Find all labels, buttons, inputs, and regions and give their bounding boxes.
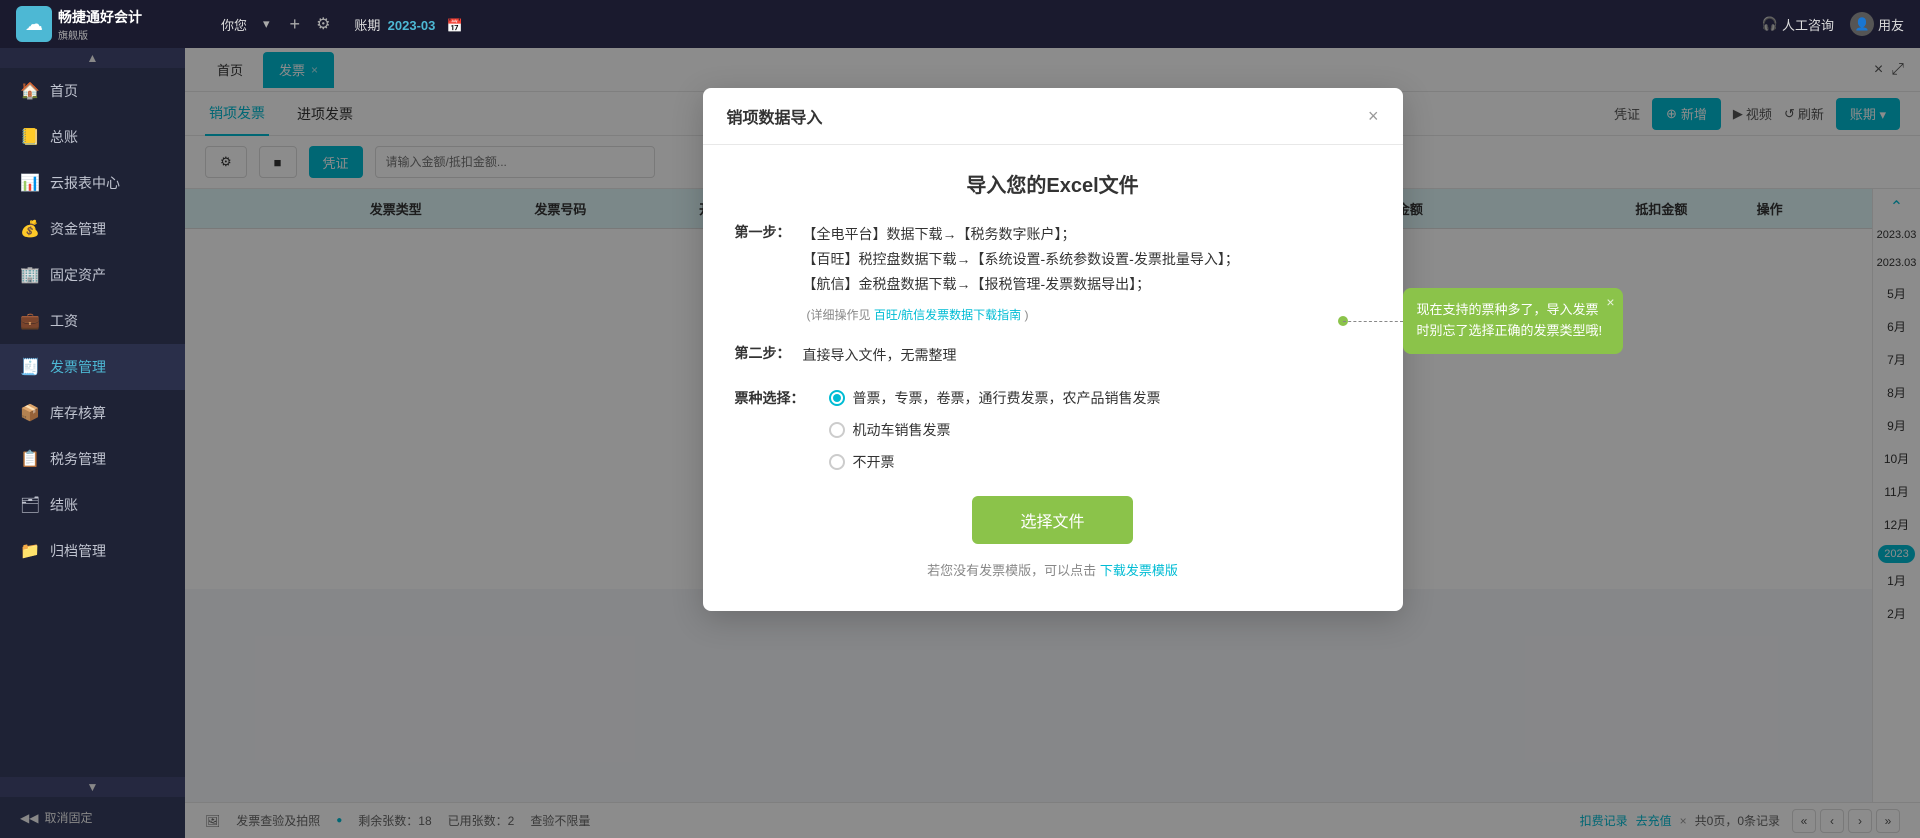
step1-guide-link[interactable]: 百旺/航信发票数据下载指南 (874, 308, 1021, 322)
download-hint: 若您没有发票模版，可以点击 下载发票模版 (735, 560, 1371, 579)
invoice-icon: 🧾 (20, 357, 40, 377)
sidebar-item-label: 发票管理 (50, 357, 106, 377)
sidebar-item-fixed[interactable]: 🏢 固定资产 (0, 252, 185, 298)
user-menu[interactable]: 👤 用友 (1850, 12, 1904, 36)
app-edition: 旗舰版 (58, 27, 142, 42)
sidebar-item-salary[interactable]: 💼 工资 (0, 298, 185, 344)
sidebar-item-label: 资金管理 (50, 219, 106, 239)
step2-row: 第二步： 直接导入文件，无需整理 (735, 343, 1371, 368)
headset-icon: 🎧 (1762, 16, 1778, 32)
sidebar-item-label: 云报表中心 (50, 173, 120, 193)
modal-header: 销项数据导入 × (703, 88, 1403, 145)
select-file-button[interactable]: 选择文件 (972, 496, 1132, 544)
step1-content: 【全电平台】数据下载→【税务数字账户】； 【百旺】税控盘数据下载→【系统设置-系… (803, 222, 1239, 298)
radio-vehicle[interactable]: 机动车销售发票 (829, 420, 1161, 440)
sidebar-item-label: 归档管理 (50, 541, 106, 561)
archive-icon: 📁 (20, 541, 40, 561)
sidebar-scroll-up[interactable]: ▲ (0, 48, 185, 68)
sidebar-item-ledger[interactable]: 📒 总账 (0, 114, 185, 160)
radio-normal-circle (829, 390, 845, 406)
radio-vehicle-circle (829, 422, 845, 438)
app-name: 畅捷通好会计 (58, 7, 142, 27)
sidebar-item-tax[interactable]: 📋 税务管理 (0, 436, 185, 482)
report-icon: 📊 (20, 173, 40, 193)
settings-icon[interactable]: ⚙ (316, 14, 330, 34)
sidebar-item-label: 总账 (50, 127, 78, 147)
scroll-down-icon: ▼ (87, 780, 99, 794)
step1-line-2: 【百旺】税控盘数据下载→【系统设置-系统参数设置-发票批量导入】； (803, 247, 1239, 272)
modal-body: 导入您的Excel文件 第一步： 【全电平台】数据下载→【税务数字账户】； 【百… (703, 145, 1403, 611)
salary-icon: 💼 (20, 311, 40, 331)
logo: ☁ 畅捷通好会计 旗舰版 (16, 6, 201, 42)
tooltip-text: 现在支持的票种多了，导入发票时别忘了选择正确的发票类型哦! (1417, 302, 1603, 338)
sidebar-item-home[interactable]: 🏠 首页 (0, 68, 185, 114)
step2-section: 第二步： 直接导入文件，无需整理 (735, 343, 1371, 368)
step1-row: 第一步： 【全电平台】数据下载→【税务数字账户】； 【百旺】税控盘数据下载→【系… (735, 222, 1371, 298)
tooltip-close-button[interactable]: × (1606, 294, 1614, 310)
home-icon: 🏠 (20, 81, 40, 101)
step1-note: (详细操作见 百旺/航信发票数据下载指南 ) (807, 306, 1371, 323)
step2-label: 第二步： (735, 343, 791, 368)
step1-line-1: 【全电平台】数据下载→【税务数字账户】； (803, 222, 1239, 247)
sidebar-bottom: ▼ ◀◀ 取消固定 (0, 777, 185, 838)
radio-nonissue-circle (829, 454, 845, 470)
overlay: 销项数据导入 × 导入您的Excel文件 第一步： 【全电平台】数据下载→【税务… (185, 48, 1920, 838)
step1-section: 第一步： 【全电平台】数据下载→【税务数字账户】； 【百旺】税控盘数据下载→【系… (735, 222, 1371, 323)
sidebar-scroll-down[interactable]: ▼ (0, 777, 185, 797)
cancel-fixed-button[interactable]: ◀◀ 取消固定 (0, 797, 185, 838)
add-button[interactable]: + (290, 14, 301, 35)
sidebar: ▲ 🏠 首页 📒 总账 📊 云报表中心 💰 资金管理 🏢 固定资产 💼 工资 🧾 (0, 48, 185, 838)
step1-line-3: 【航信】金税盘数据下载→【报税管理-发票数据导出】； (803, 272, 1239, 297)
ledger-icon: 📒 (20, 127, 40, 147)
calendar-icon[interactable]: 📅 (447, 18, 463, 33)
period-value[interactable]: 2023-03 (388, 18, 436, 33)
radio-nonissue[interactable]: 不开票 (829, 452, 1161, 472)
step2-content: 直接导入文件，无需整理 (803, 343, 957, 368)
ticket-section: 票种选择： 普票，专票，卷票，通行费发票，农产品销售发票 (735, 388, 1371, 472)
sidebar-item-report[interactable]: 📊 云报表中心 (0, 160, 185, 206)
fixed-icon: 🏢 (20, 265, 40, 285)
sidebar-item-label: 工资 (50, 311, 78, 331)
speaker-icon: ◀◀ (20, 811, 38, 825)
fund-icon: 💰 (20, 219, 40, 239)
company-name[interactable]: 你您 (221, 15, 247, 34)
main-layout: ▲ 🏠 首页 📒 总账 📊 云报表中心 💰 资金管理 🏢 固定资产 💼 工资 🧾 (0, 48, 1920, 838)
modal-main-title: 导入您的Excel文件 (735, 169, 1371, 198)
sidebar-item-fund[interactable]: 💰 资金管理 (0, 206, 185, 252)
content-area: 首页 发票 × × ⤢ 销项发票 进项发票 凭证 (185, 48, 1920, 838)
sidebar-item-label: 固定资产 (50, 265, 106, 285)
sidebar-item-label: 首页 (50, 81, 78, 101)
sidebar-item-archive[interactable]: 📁 归档管理 (0, 528, 185, 574)
stock-icon: 📦 (20, 403, 40, 423)
modal: 销项数据导入 × 导入您的Excel文件 第一步： 【全电平台】数据下载→【税务… (703, 88, 1403, 611)
topbar-right: 🎧 人工咨询 👤 用友 (1762, 12, 1904, 36)
sidebar-item-label: 税务管理 (50, 449, 106, 469)
sidebar-item-label: 库存核算 (50, 403, 106, 423)
company-dropdown-icon[interactable]: ▾ (263, 16, 270, 32)
ticket-label: 票种选择： (735, 388, 805, 408)
sidebar-item-invoice[interactable]: 🧾 发票管理 (0, 344, 185, 390)
topbar: ☁ 畅捷通好会计 旗舰版 你您 ▾ + ⚙ 账期 2023-03 📅 🎧 人工咨… (0, 0, 1920, 48)
radio-group: 普票，专票，卷票，通行费发票，农产品销售发票 机动车销售发票 不开票 (829, 388, 1161, 472)
sidebar-item-label: 结账 (50, 495, 78, 515)
modal-title: 销项数据导入 (727, 104, 823, 128)
modal-close-button[interactable]: × (1368, 106, 1379, 127)
consult-button[interactable]: 🎧 人工咨询 (1762, 15, 1834, 34)
tooltip-line (1343, 321, 1403, 322)
sidebar-item-stock[interactable]: 📦 库存核算 (0, 390, 185, 436)
user-avatar: 👤 (1850, 12, 1874, 36)
radio-normal-dot (833, 394, 841, 402)
tooltip-container: × 现在支持的票种多了，导入发票时别忘了选择正确的发票类型哦! (1403, 288, 1623, 354)
radio-normal[interactable]: 普票，专票，卷票，通行费发票，农产品销售发票 (829, 388, 1161, 408)
sidebar-item-settle[interactable]: 🗂 结账 (0, 482, 185, 528)
scroll-up-icon: ▲ (87, 51, 99, 65)
logo-icon: ☁ (16, 6, 52, 42)
step1-label: 第一步： (735, 222, 791, 298)
tax-icon: 📋 (20, 449, 40, 469)
download-template-link[interactable]: 下载发票模版 (1100, 563, 1178, 578)
settle-icon: 🗂 (20, 495, 40, 515)
period-label: 账期 2023-03 📅 (354, 15, 462, 34)
tooltip-box: × 现在支持的票种多了，导入发票时别忘了选择正确的发票类型哦! (1403, 288, 1623, 354)
